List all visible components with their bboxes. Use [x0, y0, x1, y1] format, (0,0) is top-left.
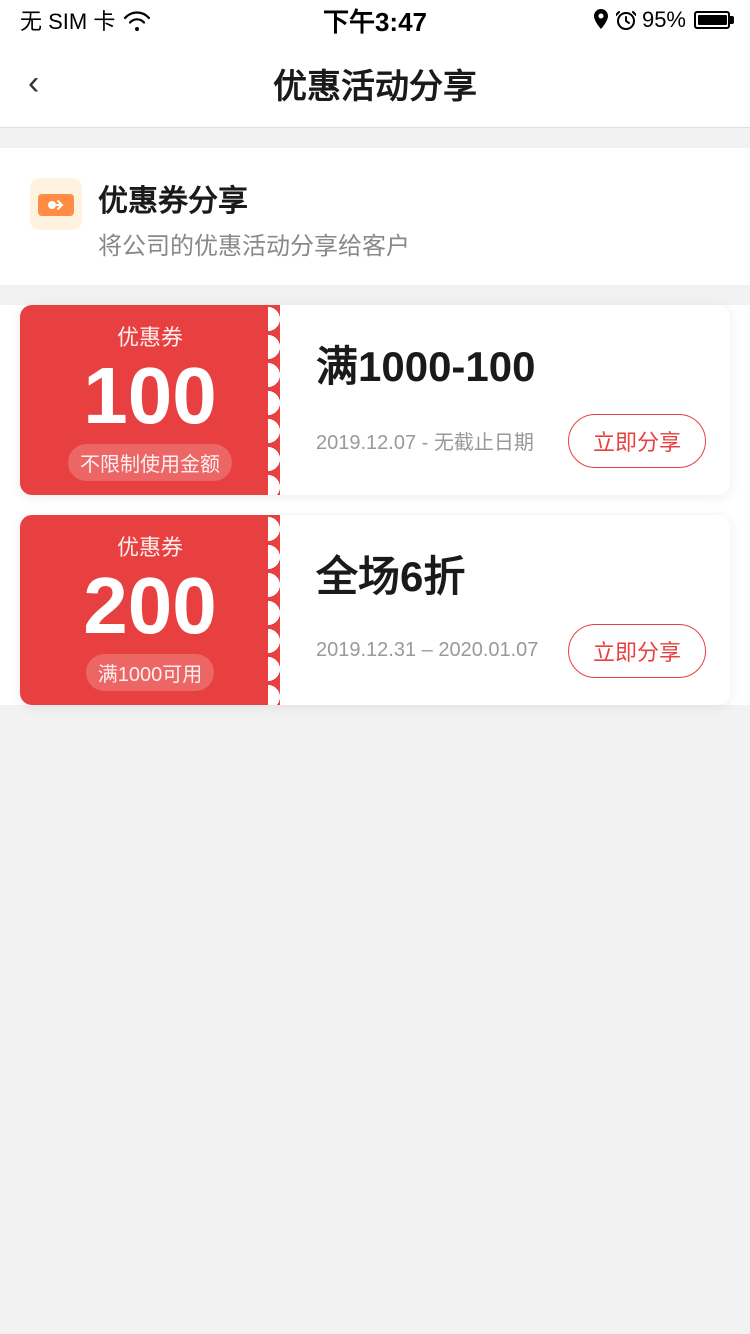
battery-icon	[694, 11, 730, 29]
status-right: 95%	[592, 7, 730, 33]
coupon-section-icon	[30, 178, 82, 230]
status-left: 无 SIM 卡	[20, 4, 151, 36]
status-time: 下午3:47	[323, 2, 427, 39]
status-bar: 无 SIM 卡 下午3:47 95%	[0, 0, 750, 40]
coupon-condition-2: 满1000可用	[86, 654, 215, 691]
coupon-name-2: 全场6折	[316, 543, 706, 604]
section-title: 优惠券分享	[98, 176, 410, 220]
coupon-date-2: 2019.12.31 – 2020.01.07	[316, 639, 538, 662]
coupon-bottom-1: 2019.12.07 - 无截止日期 立即分享	[316, 414, 706, 468]
coupon-date-1: 2019.12.07 - 无截止日期	[316, 426, 534, 455]
carrier-text: 无 SIM 卡	[20, 4, 115, 36]
coupon-amount-1: 100	[83, 356, 216, 436]
section-text: 优惠券分享 将公司的优惠活动分享给客户	[98, 176, 410, 261]
share-button-1[interactable]: 立即分享	[568, 414, 706, 468]
share-button-2[interactable]: 立即分享	[568, 624, 706, 678]
coupon-condition-1: 不限制使用金额	[68, 444, 232, 481]
section-subtitle: 将公司的优惠活动分享给客户	[98, 226, 410, 261]
coupon-label-1: 优惠券	[117, 320, 183, 352]
empty-area	[0, 725, 750, 1325]
coupon-right-1: 满1000-100 2019.12.07 - 无截止日期 立即分享	[280, 305, 730, 495]
coupon-left-1: 优惠券 100 不限制使用金额	[20, 305, 280, 495]
battery-percentage: 95%	[642, 7, 686, 33]
section-header: 优惠券分享 将公司的优惠活动分享给客户	[0, 148, 750, 285]
location-icon	[592, 9, 610, 31]
nav-bar: ‹ 优惠活动分享	[0, 40, 750, 128]
page-title: 优惠活动分享	[273, 59, 477, 108]
coupon-label-2: 优惠券	[117, 530, 183, 562]
wifi-icon	[123, 9, 151, 31]
coupon-card-2: 优惠券 200 满1000可用 全场6折 2019.12.31 – 2020.0…	[20, 515, 730, 705]
coupon-list: 优惠券 100 不限制使用金额 满1000-100 2019.12.07 - 无…	[0, 305, 750, 705]
coupon-amount-2: 200	[83, 566, 216, 646]
alarm-icon	[616, 9, 636, 31]
coupon-card-1: 优惠券 100 不限制使用金额 满1000-100 2019.12.07 - 无…	[20, 305, 730, 495]
coupon-bottom-2: 2019.12.31 – 2020.01.07 立即分享	[316, 624, 706, 678]
back-button[interactable]: ‹	[28, 64, 39, 103]
coupon-right-2: 全场6折 2019.12.31 – 2020.01.07 立即分享	[280, 515, 730, 705]
coupon-left-2: 优惠券 200 满1000可用	[20, 515, 280, 705]
coupon-name-1: 满1000-100	[316, 333, 706, 394]
